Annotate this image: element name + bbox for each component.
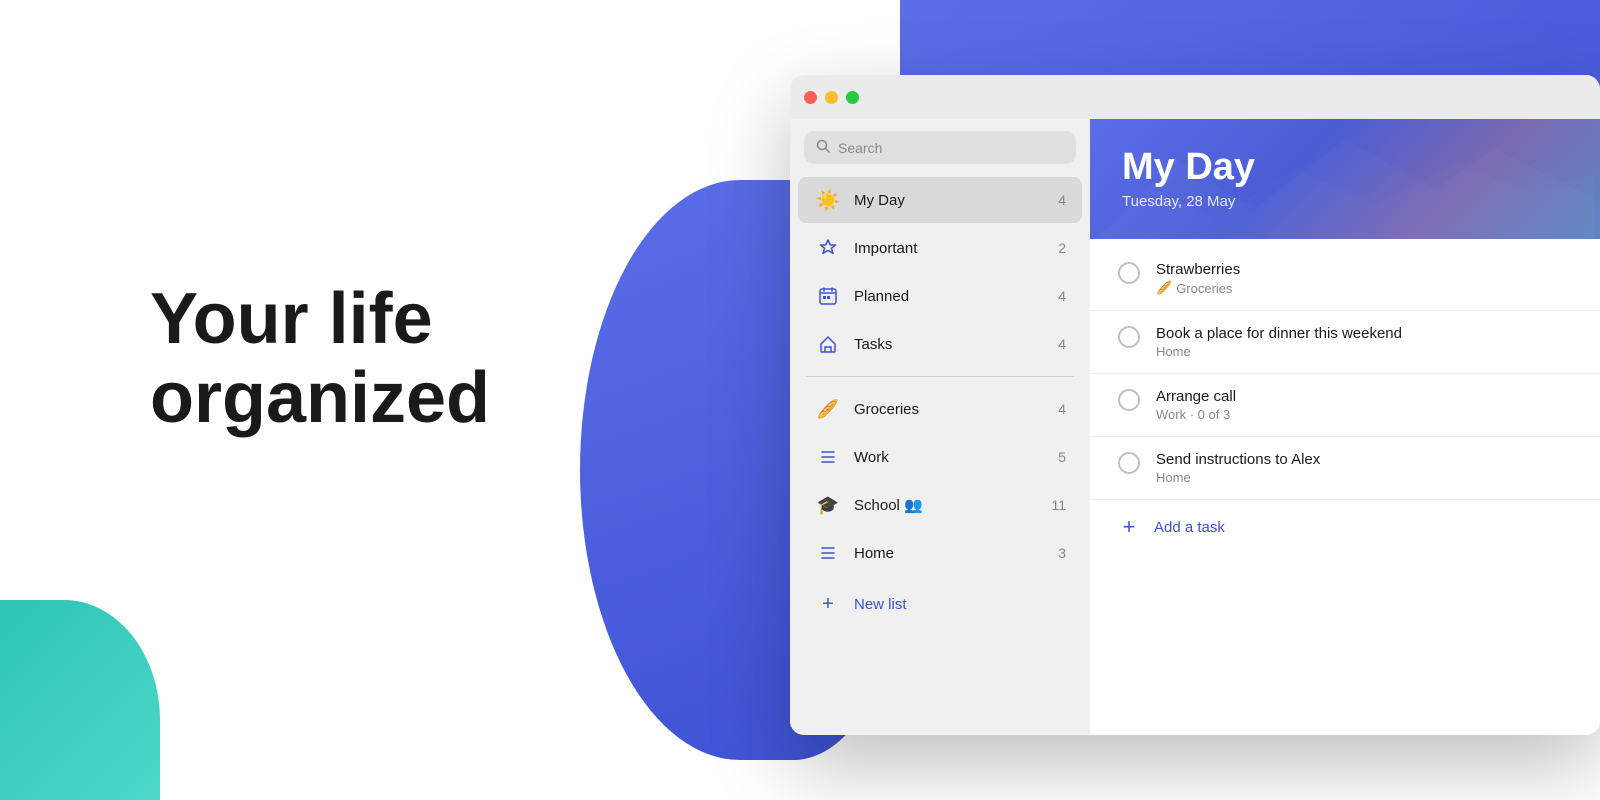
task-title: Send instructions to Alex (1156, 451, 1572, 468)
task-meta: Home (1156, 470, 1572, 485)
sidebar-item-planned[interactable]: Planned 4 (798, 273, 1082, 319)
list-icon-home (814, 539, 842, 567)
task-meta-text: Home (1156, 470, 1191, 485)
right-panel: My Day Tuesday, 28 May Strawberries 🥖 Gr… (1090, 119, 1600, 735)
search-bar[interactable]: Search (804, 131, 1076, 164)
task-meta-icon: 🥖 (1156, 280, 1172, 296)
nav-count-work: 5 (1058, 449, 1066, 465)
sidebar-item-my-day[interactable]: ☀️ My Day 4 (798, 177, 1082, 223)
sun-icon: ☀️ (814, 186, 842, 214)
search-icon (816, 139, 830, 156)
traffic-lights (804, 91, 859, 104)
hero-line2: organized (150, 359, 490, 438)
sidebar-item-work[interactable]: Work 5 (798, 434, 1082, 480)
task-meta-text: Groceries (1176, 281, 1232, 296)
app-content: Search ☀️ My Day 4 Important 2 (790, 119, 1600, 735)
app-window: Search ☀️ My Day 4 Important 2 (790, 75, 1600, 735)
nav-label-groceries: Groceries (854, 401, 1046, 418)
nav-label-my-day: My Day (854, 192, 1046, 209)
sidebar: Search ☀️ My Day 4 Important 2 (790, 119, 1090, 735)
bread-icon: 🥖 (814, 395, 842, 423)
sidebar-divider (806, 376, 1074, 377)
task-body: Strawberries 🥖 Groceries (1156, 261, 1572, 296)
sidebar-item-important[interactable]: Important 2 (798, 225, 1082, 271)
task-body: Arrange call Work · 0 of 3 (1156, 388, 1572, 422)
nav-count-school: 11 (1051, 497, 1066, 513)
new-list-button[interactable]: + New list (798, 581, 1082, 627)
add-task-plus-icon: + (1118, 516, 1140, 538)
task-checkbox[interactable] (1118, 326, 1140, 348)
panel-header: My Day Tuesday, 28 May (1090, 119, 1600, 239)
add-task-button[interactable]: + Add a task (1090, 500, 1600, 554)
task-body: Send instructions to Alex Home (1156, 451, 1572, 485)
bg-blob-teal (0, 600, 160, 800)
task-meta: Home (1156, 344, 1572, 359)
task-item[interactable]: Arrange call Work · 0 of 3 (1090, 374, 1600, 437)
maximize-button[interactable] (846, 91, 859, 104)
task-checkbox[interactable] (1118, 262, 1140, 284)
nav-count-tasks: 4 (1058, 336, 1066, 352)
calendar-icon (814, 282, 842, 310)
sidebar-item-tasks[interactable]: Tasks 4 (798, 321, 1082, 367)
nav-label-work: Work (854, 449, 1046, 466)
sidebar-item-groceries[interactable]: 🥖 Groceries 4 (798, 386, 1082, 432)
hero-line1: Your life (150, 280, 490, 359)
minimize-button[interactable] (825, 91, 838, 104)
title-bar (790, 75, 1600, 119)
nav-label-tasks: Tasks (854, 336, 1046, 353)
nav-count-planned: 4 (1058, 288, 1066, 304)
task-title: Book a place for dinner this weekend (1156, 325, 1572, 342)
task-item[interactable]: Strawberries 🥖 Groceries (1090, 247, 1600, 311)
task-checkbox[interactable] (1118, 389, 1140, 411)
task-checkbox[interactable] (1118, 452, 1140, 474)
nav-count-important: 2 (1058, 240, 1066, 256)
new-list-label: New list (854, 596, 907, 613)
star-icon (814, 234, 842, 262)
house-icon (814, 330, 842, 358)
graduation-icon: 🎓 (814, 491, 842, 519)
hero-section: Your life organized (150, 280, 490, 438)
task-meta-text: Home (1156, 344, 1191, 359)
panel-title: My Day (1122, 147, 1568, 189)
nav-count-my-day: 4 (1058, 192, 1066, 208)
nav-count-home: 3 (1058, 545, 1066, 561)
close-button[interactable] (804, 91, 817, 104)
list-icon-work (814, 443, 842, 471)
add-task-label: Add a task (1154, 519, 1225, 536)
task-item[interactable]: Send instructions to Alex Home (1090, 437, 1600, 500)
task-list: Strawberries 🥖 Groceries Book a place fo… (1090, 239, 1600, 735)
sidebar-item-school[interactable]: 🎓 School 👥 11 (798, 482, 1082, 528)
nav-label-important: Important (854, 240, 1046, 257)
search-placeholder: Search (838, 140, 1064, 156)
task-meta: 🥖 Groceries (1156, 280, 1572, 296)
task-meta: Work · 0 of 3 (1156, 407, 1572, 422)
nav-label-school: School 👥 (854, 496, 1039, 514)
task-meta-text: Work · 0 of 3 (1156, 407, 1230, 422)
task-title: Arrange call (1156, 388, 1572, 405)
nav-label-planned: Planned (854, 288, 1046, 305)
sidebar-item-home[interactable]: Home 3 (798, 530, 1082, 576)
task-item[interactable]: Book a place for dinner this weekend Hom… (1090, 311, 1600, 374)
task-title: Strawberries (1156, 261, 1572, 278)
nav-label-home: Home (854, 545, 1046, 562)
panel-subtitle: Tuesday, 28 May (1122, 193, 1568, 210)
plus-icon: + (814, 590, 842, 618)
task-body: Book a place for dinner this weekend Hom… (1156, 325, 1572, 359)
nav-count-groceries: 4 (1058, 401, 1066, 417)
